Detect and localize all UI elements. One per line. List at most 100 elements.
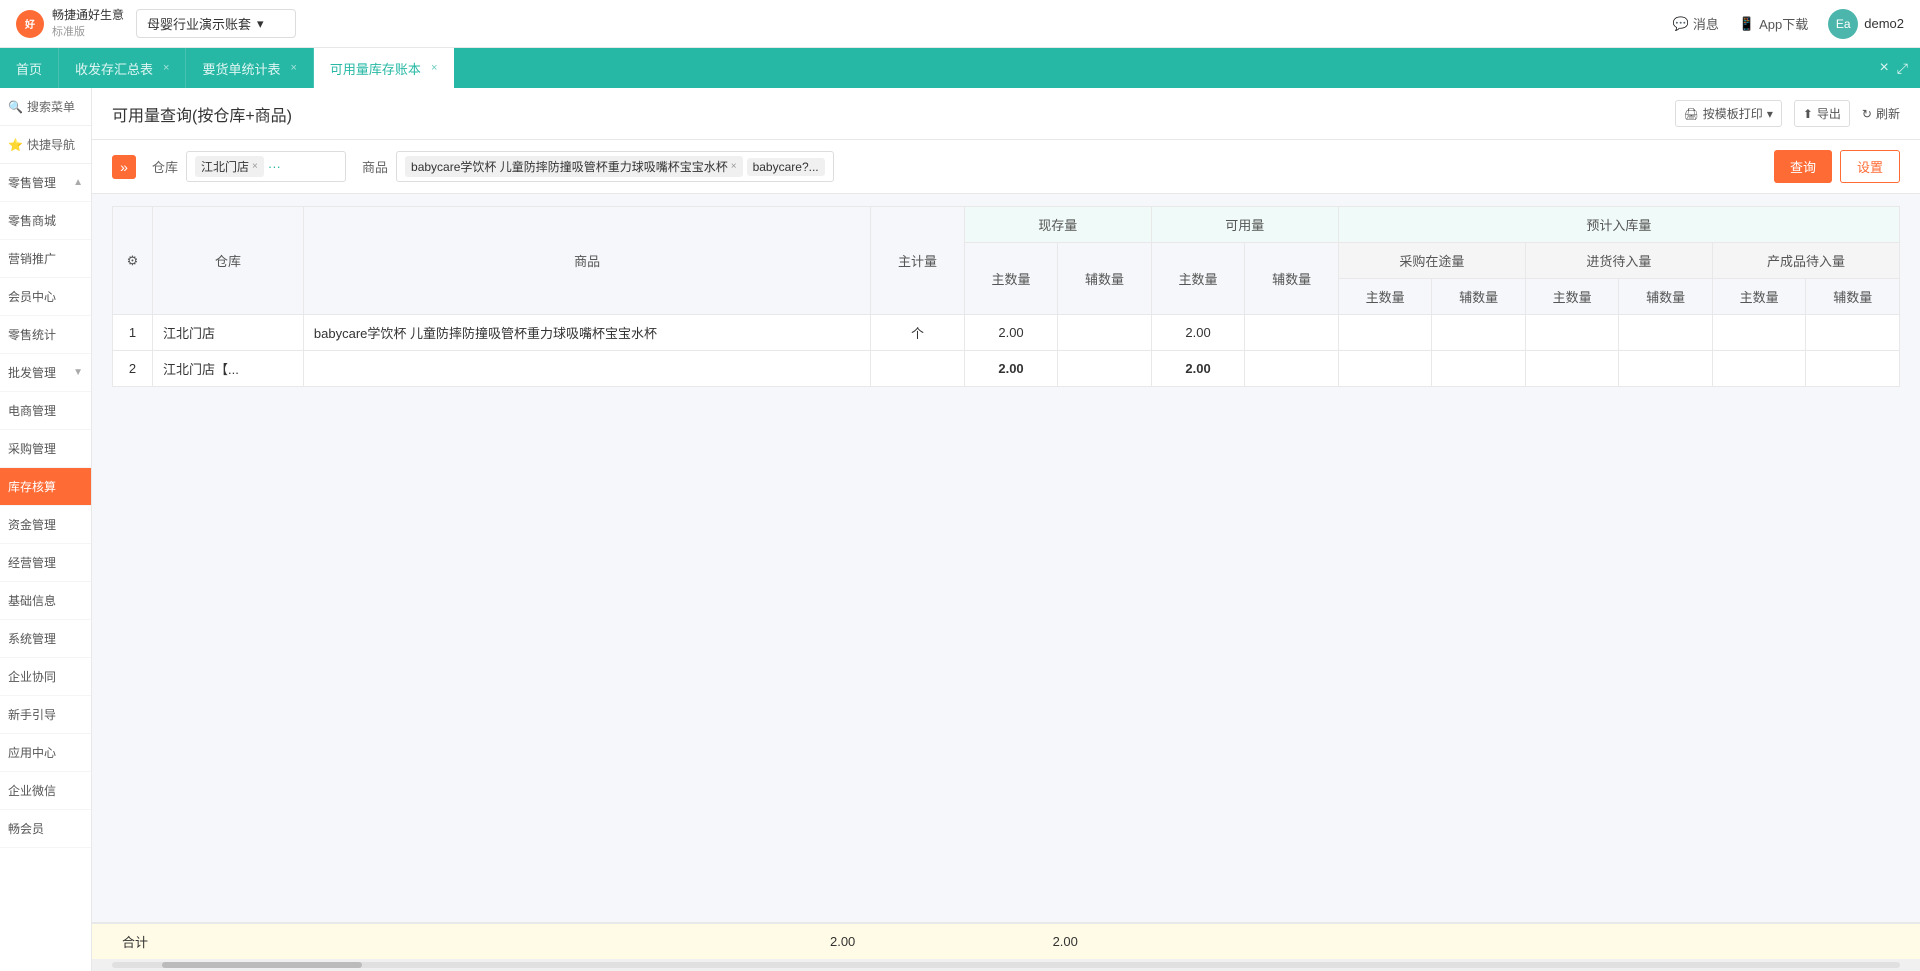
cell-row1-purchase-aux (1432, 315, 1526, 351)
app-download-label: App下载 (1759, 14, 1808, 33)
cell-row1-avail-main: 2.00 (1151, 315, 1245, 351)
warehouse-tag-close[interactable]: × (252, 161, 258, 172)
sidebar-item-finance[interactable]: 资金管理 (0, 506, 91, 544)
sidebar-item-ecommerce[interactable]: 电商管理 (0, 392, 91, 430)
logo-texts: 畅捷通好生意 标准版 (52, 8, 124, 40)
search-icon: 🔍 (8, 100, 23, 114)
sidebar-item-operations[interactable]: 经营管理 (0, 544, 91, 582)
sidebar-item-retail-mall[interactable]: 零售商城 (0, 202, 91, 240)
tab-order-stats-close[interactable]: × (290, 62, 296, 74)
sidebar-item-collab[interactable]: 企业协同 (0, 658, 91, 696)
product-tag-1-close[interactable]: × (731, 161, 737, 172)
cell-row2-avail-aux (1245, 351, 1339, 387)
filter-actions: 查询 设置 (1774, 150, 1900, 183)
chevron-down-icon: ▼ (73, 367, 83, 378)
th-expected-group: 预计入库量 (1338, 207, 1899, 243)
top-bar-left: 好 畅捷通好生意 标准版 母婴行业演示账套 ▾ (16, 8, 296, 40)
org-selector[interactable]: 母婴行业演示账套 ▾ (136, 9, 296, 38)
tab-available-stock[interactable]: 可用量库存账本 × (314, 48, 454, 88)
quick-nav-label: 快捷导航 (27, 136, 75, 153)
table-container[interactable]: ⚙ 仓库 商品 主计量 现存量 可用量 预计入库量 主数量 辅数量 主数量 辅数… (92, 194, 1920, 922)
sidebar-item-purchase[interactable]: 采购管理 (0, 430, 91, 468)
sidebar-item-enterprise-wechat-label: 企业微信 (8, 782, 56, 799)
cell-row2-warehouse: 江北门店【... (153, 351, 304, 387)
sidebar-item-marketing[interactable]: 营销推广 (0, 240, 91, 278)
sidebar-quick-nav[interactable]: ⭐ 快捷导航 (0, 126, 91, 164)
filter-bar: » 仓库 江北门店 × ··· 商品 babycare学饮杯 儿童防摔防撞吸管杯… (92, 140, 1920, 194)
cell-row2-incoming-main (1525, 351, 1619, 387)
product-tag-1: babycare学饮杯 儿童防摔防撞吸管杯重力球吸嘴杯宝宝水杯 × (405, 156, 743, 177)
sidebar-item-basics[interactable]: 基础信息 (0, 582, 91, 620)
content-area: 可用量查询(按仓库+商品) 🖨 按模板打印 ▾ ⬆ 导出 ↻ 刷新 (92, 88, 1920, 971)
sidebar-item-retail-mgmt-label: 零售管理 (8, 174, 56, 191)
warehouse-filter-label: 仓库 (152, 157, 178, 176)
org-name: 母婴行业演示账套 (147, 14, 251, 33)
sidebar-item-member2[interactable]: 畅会员 (0, 810, 91, 848)
cell-row1-incoming-aux (1619, 315, 1713, 351)
th-available-group: 可用量 (1151, 207, 1338, 243)
message-action[interactable]: 💬 消息 (1673, 14, 1719, 33)
th-production-aux: 辅数量 (1806, 279, 1900, 315)
sidebar-item-retail-stats[interactable]: 零售统计 (0, 316, 91, 354)
sidebar-item-marketing-label: 营销推广 (8, 250, 56, 267)
user-avatar-area[interactable]: Ea demo2 (1828, 9, 1904, 39)
cell-row2-avail-main: 2.00 (1151, 351, 1245, 387)
tab-receive-pay-close[interactable]: × (163, 62, 169, 74)
sidebar-item-member[interactable]: 会员中心 (0, 278, 91, 316)
sidebar-search[interactable]: 🔍 搜索菜单 (0, 88, 91, 126)
th-purchase-aux: 辅数量 (1432, 279, 1526, 315)
summary-stock-main: 2.00 (787, 934, 898, 949)
sidebar: 🔍 搜索菜单 ⭐ 快捷导航 零售管理 ▲ 零售商城 营销推广 会员中心 零售统计… (0, 88, 92, 971)
sidebar-item-operations-label: 经营管理 (8, 554, 56, 571)
product-filter-input[interactable]: babycare学饮杯 儿童防摔防撞吸管杯重力球吸嘴杯宝宝水杯 × babyca… (396, 151, 834, 182)
th-incoming-main: 主数量 (1525, 279, 1619, 315)
sidebar-item-enterprise-wechat[interactable]: 企业微信 (0, 772, 91, 810)
tab-home[interactable]: 首页 (0, 48, 59, 88)
tab-available-stock-close[interactable]: × (431, 62, 437, 74)
export-button[interactable]: ⬆ 导出 (1794, 100, 1850, 127)
filter-expand-button[interactable]: » (112, 155, 136, 179)
th-unit: 主计量 (871, 207, 965, 315)
scroll-thumb[interactable] (162, 962, 362, 968)
close-all-tabs-button[interactable]: × (1879, 59, 1888, 77)
tab-receive-pay-label: 收发存汇总表 (75, 59, 153, 78)
settings-button[interactable]: 设置 (1840, 150, 1900, 183)
sidebar-item-newbie[interactable]: 新手引导 (0, 696, 91, 734)
top-bar-right: 💬 消息 📱 App下载 Ea demo2 (1673, 9, 1904, 39)
tab-receive-pay[interactable]: 收发存汇总表 × (59, 48, 186, 88)
th-settings[interactable]: ⚙ (113, 207, 153, 315)
tab-available-stock-label: 可用量库存账本 (330, 59, 421, 78)
print-label: 按模板打印 (1703, 105, 1763, 122)
refresh-button[interactable]: ↻ 刷新 (1862, 105, 1900, 122)
sidebar-item-system[interactable]: 系统管理 (0, 620, 91, 658)
tab-order-stats-label: 要货单统计表 (202, 59, 280, 78)
cell-row2-product (303, 351, 870, 387)
th-incoming-aux: 辅数量 (1619, 279, 1713, 315)
nav-tabs: 首页 收发存汇总表 × 要货单统计表 × 可用量库存账本 × × ⤢ (0, 48, 1920, 88)
sidebar-item-app-center[interactable]: 应用中心 (0, 734, 91, 772)
expand-window-button[interactable]: ⤢ (1897, 60, 1908, 77)
th-stock-group: 现存量 (964, 207, 1151, 243)
query-button[interactable]: 查询 (1774, 150, 1832, 183)
sidebar-item-inventory[interactable]: 库存核算 (0, 468, 91, 506)
th-stock-main: 主数量 (964, 243, 1058, 315)
cell-row1-stock-aux (1058, 315, 1152, 351)
warehouse-more-icon[interactable]: ··· (268, 159, 281, 174)
cell-row1-stock-main: 2.00 (964, 315, 1058, 351)
th-avail-main: 主数量 (1151, 243, 1245, 315)
summary-bar: 合计 2.00 2.00 (92, 922, 1920, 959)
warehouse-filter-input[interactable]: 江北门店 × ··· (186, 151, 346, 182)
horizontal-scrollbar[interactable] (92, 959, 1920, 971)
th-warehouse: 仓库 (153, 207, 304, 315)
summary-label: 合计 (112, 932, 307, 951)
print-button[interactable]: 🖨 按模板打印 ▾ (1675, 100, 1782, 127)
sidebar-item-retail-mgmt[interactable]: 零售管理 ▲ (0, 164, 91, 202)
cell-row2-incoming-aux (1619, 351, 1713, 387)
tab-order-stats[interactable]: 要货单统计表 × (186, 48, 313, 88)
export-icon: ⬆ (1803, 107, 1813, 121)
app-download-action[interactable]: 📱 App下载 (1739, 14, 1808, 33)
refresh-icon: ↻ (1862, 107, 1872, 121)
print-dropdown-icon: ▾ (1767, 107, 1773, 121)
sidebar-item-wholesale-mgmt[interactable]: 批发管理 ▼ (0, 354, 91, 392)
th-avail-aux: 辅数量 (1245, 243, 1339, 315)
